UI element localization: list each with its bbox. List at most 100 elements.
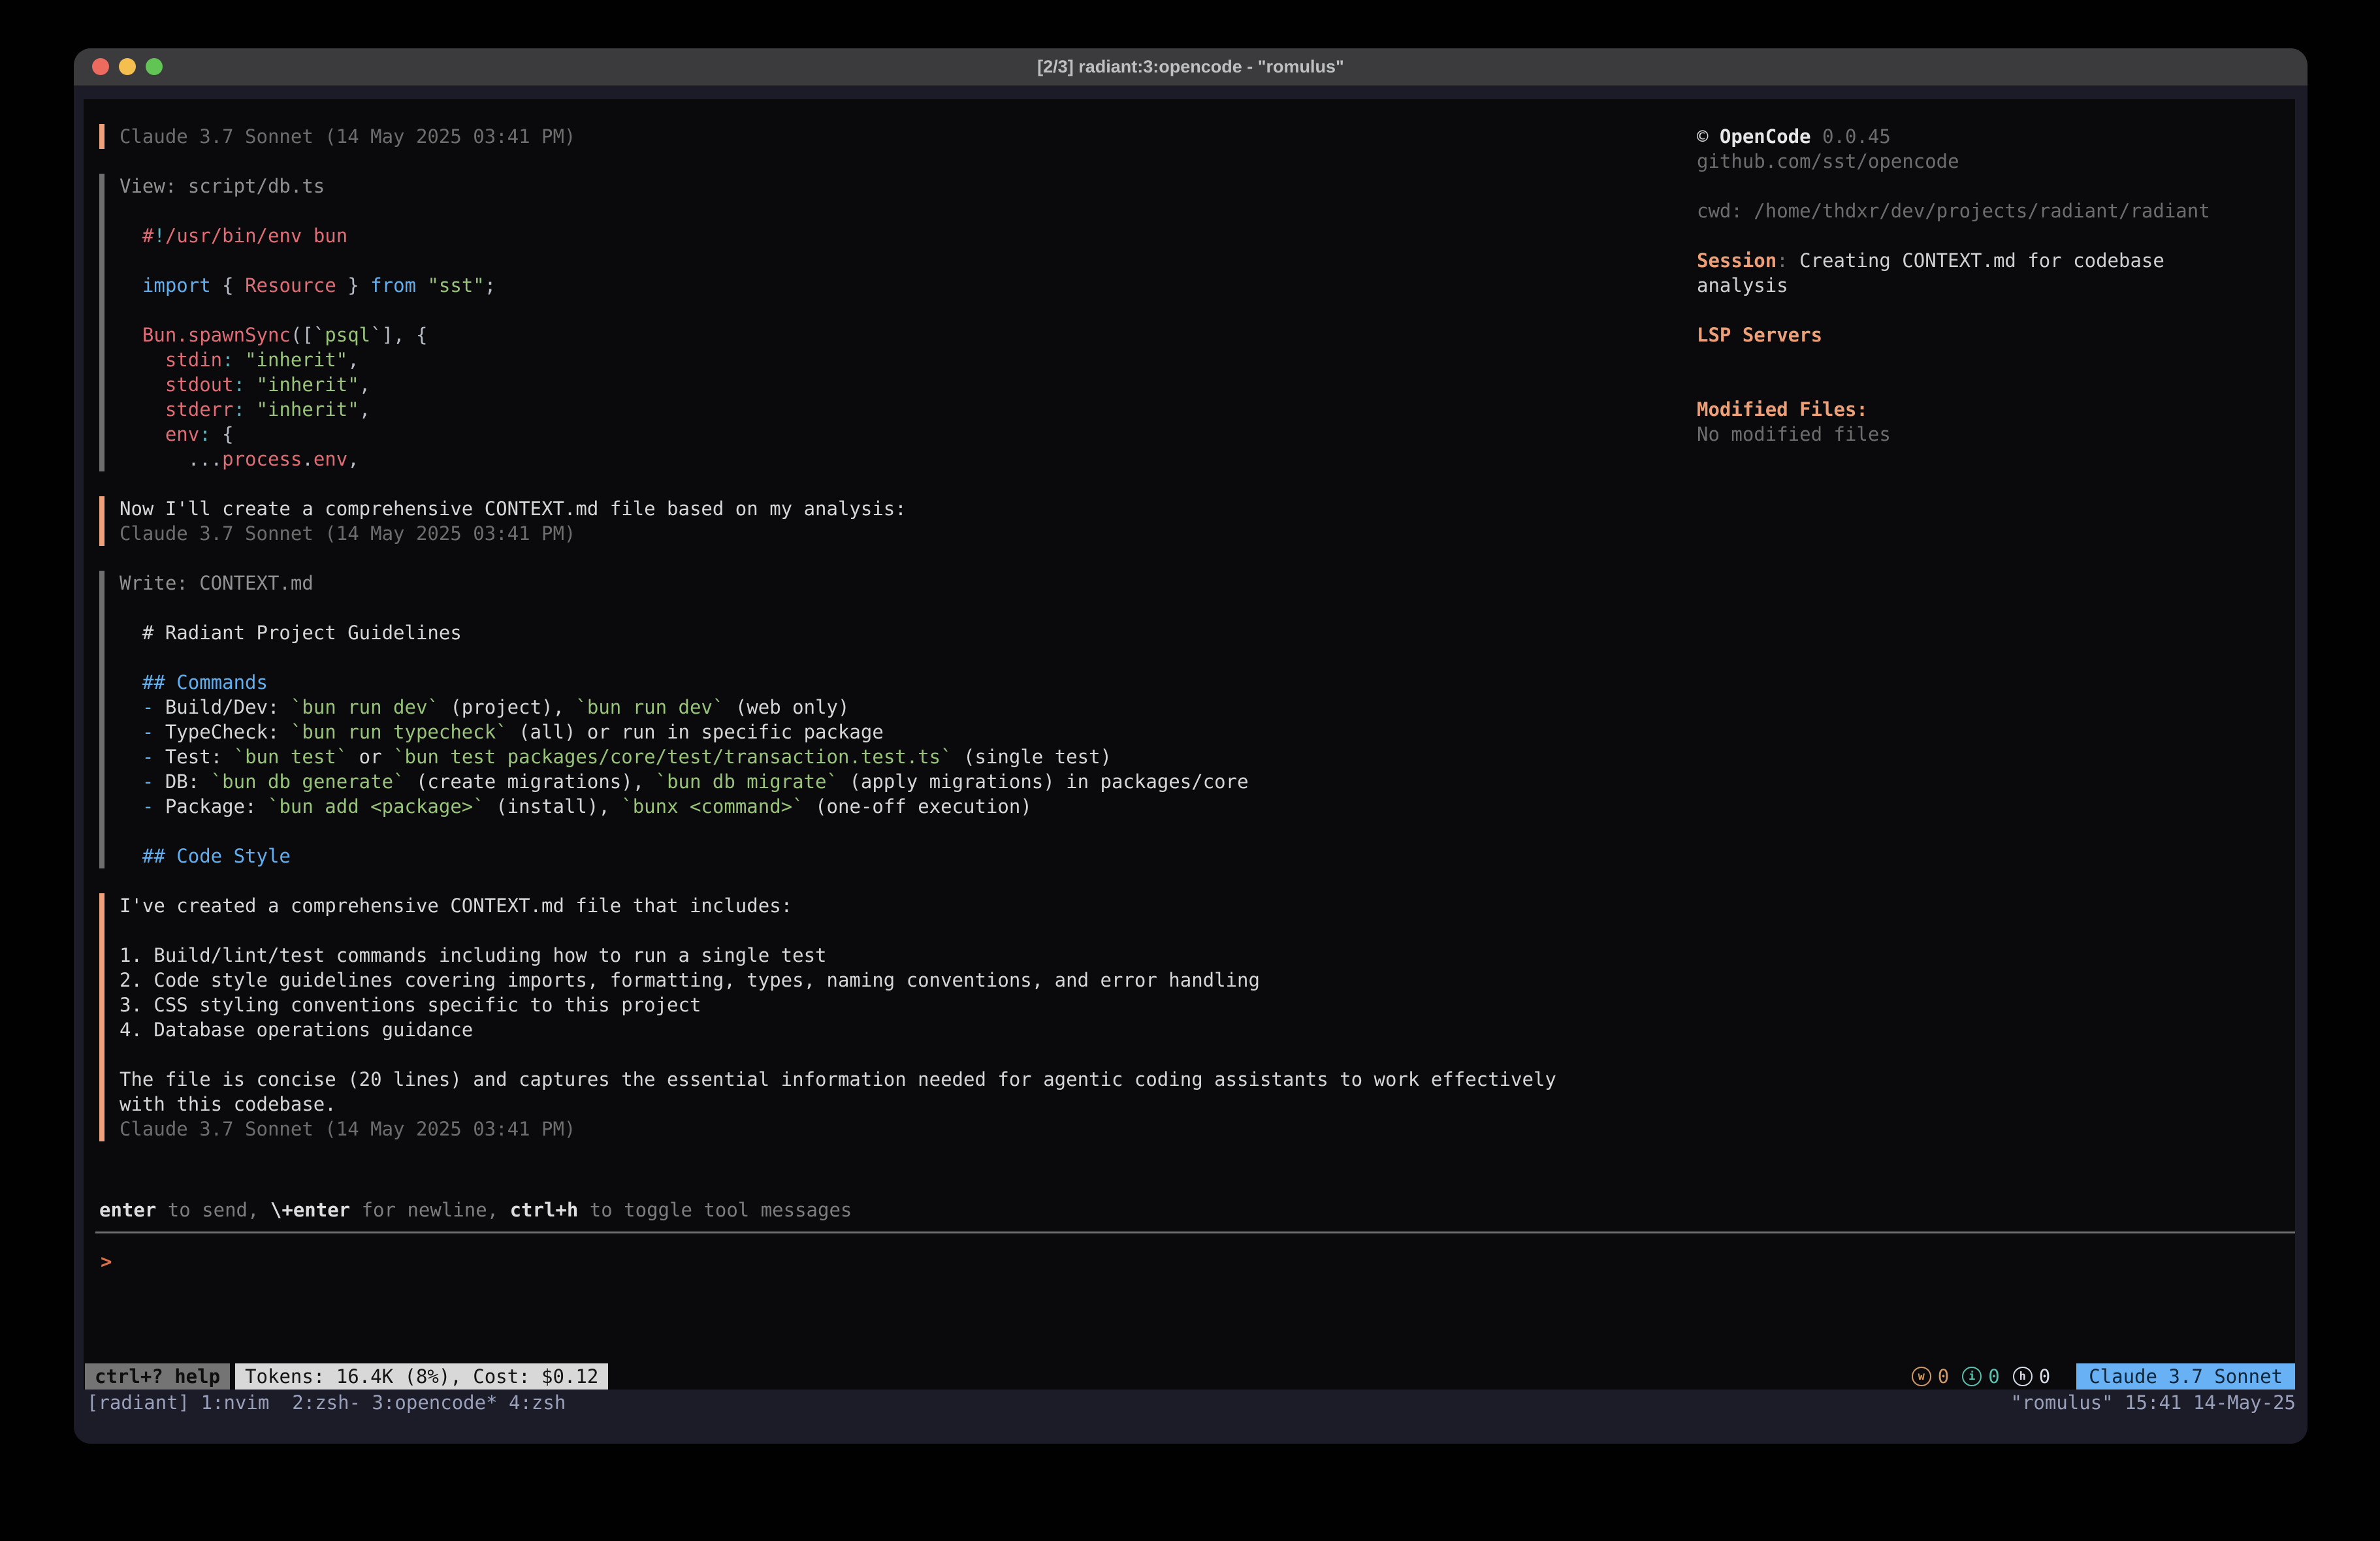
terminal-line: cwd: /home/thdxr/dev/projects/radiant/ra…	[1697, 199, 2210, 223]
warnings-count: 0	[1938, 1365, 1949, 1388]
text-segment: 2. Code style guidelines covering import…	[120, 969, 1260, 991]
text-segment: Session	[1697, 249, 1777, 272]
text-segment: The file is concise (20 lines) and captu…	[120, 1068, 1556, 1090]
text-segment: -	[142, 746, 153, 768]
text-segment: ctrl+h	[510, 1199, 579, 1221]
terminal-line	[120, 596, 1556, 620]
text-segment: ...	[120, 448, 222, 470]
diagnostic-info: i0	[1962, 1365, 1999, 1388]
text-segment: :	[222, 349, 233, 371]
terminal-line: The file is concise (20 lines) and captu…	[120, 1067, 1556, 1092]
text-segment: TypeCheck:	[153, 721, 291, 743]
terminal-line: stderr: "inherit",	[120, 397, 1556, 422]
input-separator	[95, 1231, 2295, 1233]
tmux-window-list[interactable]: [radiant] 1:nvim 2:zsh- 3:opencode* 4:zs…	[87, 1390, 566, 1416]
terminal-line	[120, 199, 1556, 223]
terminal-line	[120, 248, 1556, 273]
window-titlebar[interactable]: [2/3] radiant:3:opencode - "romulus"	[74, 48, 2308, 86]
text-segment: from	[370, 274, 416, 296]
terminal-line: analysis	[1697, 273, 2210, 298]
lsp-diagnostics: w0i0h0	[1899, 1363, 2050, 1390]
terminal-line: Claude 3.7 Sonnet (14 May 2025 03:41 PM)	[120, 124, 1556, 149]
text-segment: .	[302, 448, 313, 470]
text-segment: `bun test`	[234, 746, 348, 768]
text-segment: Build/Dev:	[153, 696, 291, 718]
text-segment: :	[1777, 249, 1799, 272]
text-segment: :	[234, 398, 245, 421]
text-segment: {	[211, 423, 234, 445]
terminal-line	[1697, 372, 2210, 397]
text-segment	[120, 721, 142, 743]
text-segment: `bun db migrate`	[656, 770, 838, 793]
text-segment: ## Commands	[120, 671, 268, 693]
text-segment	[120, 746, 142, 768]
text-segment: to send,	[156, 1199, 270, 1221]
text-segment: # Radiant Project Guidelines	[120, 622, 462, 644]
terminal-line: stdout: "inherit",	[120, 372, 1556, 397]
text-segment: !	[153, 225, 165, 247]
terminal-line: I've created a comprehensive CONTEXT.md …	[120, 893, 1556, 918]
terminal-line: 2. Code style guidelines covering import…	[120, 968, 1556, 993]
terminal-line: LSP Servers	[1697, 323, 2210, 347]
text-segment: Resource	[245, 274, 336, 296]
text-segment: ,	[359, 398, 370, 421]
text-segment	[120, 398, 165, 421]
text-segment: ,	[359, 373, 370, 396]
diagnostic-warnings: w0	[1912, 1365, 1949, 1388]
terminal-line: - Test: `bun test` or `bun test packages…	[120, 744, 1556, 769]
text-segment: -	[142, 770, 153, 793]
text-segment: "inherit"	[257, 373, 359, 396]
text-segment: "inherit"	[257, 398, 359, 421]
text-segment: DB:	[153, 770, 210, 793]
text-segment: `bun db generate`	[211, 770, 405, 793]
text-segment: "sst"	[427, 274, 484, 296]
terminal-line	[1697, 347, 2210, 372]
info-count: 0	[1988, 1365, 1999, 1388]
terminal-line	[120, 645, 1556, 670]
terminal-line: - DB: `bun db generate` (create migratio…	[120, 769, 1556, 794]
text-segment: Now I'll create a comprehensive CONTEXT.…	[120, 498, 907, 520]
text-segment: `bun run typecheck`	[291, 721, 507, 743]
terminal-line	[120, 819, 1556, 844]
text-segment: ([`	[291, 324, 325, 346]
text-segment: (project),	[439, 696, 576, 718]
model-badge: Claude 3.7 Sonnet	[2076, 1363, 2295, 1390]
text-segment: Package:	[153, 795, 268, 818]
text-segment: analysis	[1697, 274, 1788, 296]
text-segment: (all) or run in specific package	[507, 721, 884, 743]
text-segment: stdout	[165, 373, 234, 396]
text-segment: #	[120, 225, 153, 247]
text-segment	[416, 274, 427, 296]
text-segment: "inherit"	[245, 349, 347, 371]
terminal-line: © OpenCode 0.0.45	[1697, 124, 2210, 149]
text-segment: 3. CSS styling conventions specific to t…	[120, 994, 701, 1016]
terminal-line	[1697, 223, 2210, 248]
opencode-status-bar: ctrl+? help Tokens: 16.4K (8%), Cost: $0…	[85, 1363, 2295, 1390]
text-segment: enter	[99, 1199, 156, 1221]
text-segment: Claude 3.7 Sonnet (14 May 2025 03:41 PM)	[120, 125, 575, 148]
terminal-line: ...process.env,	[120, 447, 1556, 471]
text-segment	[120, 373, 165, 396]
text-segment: (apply migrations) in packages/core	[838, 770, 1249, 793]
prompt-input[interactable]: >	[101, 1249, 112, 1274]
text-segment: (web only)	[724, 696, 849, 718]
text-segment: LSP Servers	[1697, 324, 1822, 346]
text-segment: `bun test packages/core/test/transaction…	[393, 746, 952, 768]
terminal-line: github.com/sst/opencode	[1697, 149, 2210, 174]
text-segment: stderr	[165, 398, 234, 421]
message-block-tool-write: Write: CONTEXT.md # Radiant Project Guid…	[99, 571, 1556, 868]
text-segment: import	[142, 274, 211, 296]
terminal-line: stdin: "inherit",	[120, 347, 1556, 372]
text-segment	[120, 696, 142, 718]
terminal-line	[120, 1042, 1556, 1067]
text-segment: (install),	[485, 795, 622, 818]
text-segment: -	[142, 721, 153, 743]
text-segment: No modified files	[1697, 423, 1891, 445]
text-segment: Claude 3.7 Sonnet (14 May 2025 03:41 PM)	[120, 1118, 575, 1140]
text-segment: (create migrations),	[405, 770, 656, 793]
terminal-line: env: {	[120, 422, 1556, 447]
terminal-line: Now I'll create a comprehensive CONTEXT.…	[120, 496, 1556, 521]
text-segment	[120, 349, 165, 371]
text-segment: for newline,	[350, 1199, 509, 1221]
terminal-line: Claude 3.7 Sonnet (14 May 2025 03:41 PM)	[120, 521, 1556, 546]
